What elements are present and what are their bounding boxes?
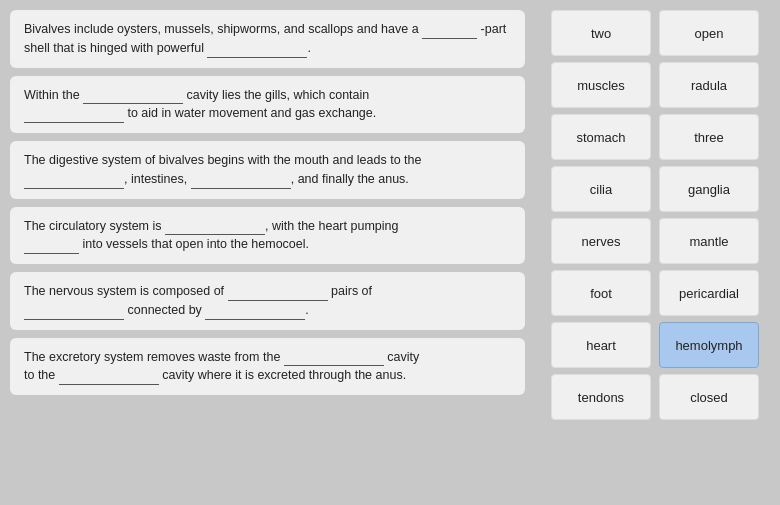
- q5-blank1[interactable]: [228, 287, 328, 301]
- q2-text: Within the cavity lies the gills, which …: [24, 88, 376, 121]
- word-tile-foot[interactable]: foot: [551, 270, 651, 316]
- q6-blank2[interactable]: [59, 371, 159, 385]
- question-2: Within the cavity lies the gills, which …: [10, 76, 525, 134]
- q3-blank1[interactable]: [24, 175, 124, 189]
- word-bank-row-3: ciliaganglia: [540, 166, 770, 212]
- q2-blank1[interactable]: [83, 90, 183, 104]
- word-tile-hemolymph[interactable]: hemolymph: [659, 322, 759, 368]
- q6-text: The excretory system removes waste from …: [24, 350, 419, 383]
- word-bank-panel: twoopenmusclesradulastomachthreeciliagan…: [535, 0, 780, 505]
- word-tile-cilia[interactable]: cilia: [551, 166, 651, 212]
- q5-text: The nervous system is composed of pairs …: [24, 284, 372, 317]
- word-bank-row-7: tendonsclosed: [540, 374, 770, 420]
- q5-blank2[interactable]: [24, 306, 124, 320]
- word-bank-row-0: twoopen: [540, 10, 770, 56]
- question-6: The excretory system removes waste from …: [10, 338, 525, 396]
- word-tile-closed[interactable]: closed: [659, 374, 759, 420]
- q4-text: The circulatory system is , with the hea…: [24, 219, 398, 252]
- word-tile-nerves[interactable]: nerves: [551, 218, 651, 264]
- word-tile-muscles[interactable]: muscles: [551, 62, 651, 108]
- q1-blank1[interactable]: [422, 25, 477, 39]
- q4-blank1[interactable]: [165, 221, 265, 235]
- question-3: The digestive system of bivalves begins …: [10, 141, 525, 199]
- word-bank-row-5: footpericardial: [540, 270, 770, 316]
- word-tile-stomach[interactable]: stomach: [551, 114, 651, 160]
- word-tile-tendons[interactable]: tendons: [551, 374, 651, 420]
- question-5: The nervous system is composed of pairs …: [10, 272, 525, 330]
- word-tile-pericardial[interactable]: pericardial: [659, 270, 759, 316]
- word-tile-heart[interactable]: heart: [551, 322, 651, 368]
- word-bank-row-1: musclesradula: [540, 62, 770, 108]
- q5-blank3[interactable]: [205, 306, 305, 320]
- word-tile-three[interactable]: three: [659, 114, 759, 160]
- question-4: The circulatory system is , with the hea…: [10, 207, 525, 265]
- q1-text: Bivalves include oysters, mussels, shipw…: [24, 22, 506, 55]
- q3-text: The digestive system of bivalves begins …: [24, 153, 421, 186]
- word-bank-row-6: hearthemolymph: [540, 322, 770, 368]
- word-tile-radula[interactable]: radula: [659, 62, 759, 108]
- q6-blank1[interactable]: [284, 352, 384, 366]
- word-bank-row-2: stomachthree: [540, 114, 770, 160]
- word-tile-ganglia[interactable]: ganglia: [659, 166, 759, 212]
- word-tile-two[interactable]: two: [551, 10, 651, 56]
- question-1: Bivalves include oysters, mussels, shipw…: [10, 10, 525, 68]
- q1-blank2[interactable]: [207, 44, 307, 58]
- word-tile-mantle[interactable]: mantle: [659, 218, 759, 264]
- q4-blank2[interactable]: [24, 240, 79, 254]
- q3-blank2[interactable]: [191, 175, 291, 189]
- word-bank-row-4: nervesmantle: [540, 218, 770, 264]
- word-tile-open[interactable]: open: [659, 10, 759, 56]
- questions-panel: Bivalves include oysters, mussels, shipw…: [0, 0, 535, 505]
- q2-blank2[interactable]: [24, 109, 124, 123]
